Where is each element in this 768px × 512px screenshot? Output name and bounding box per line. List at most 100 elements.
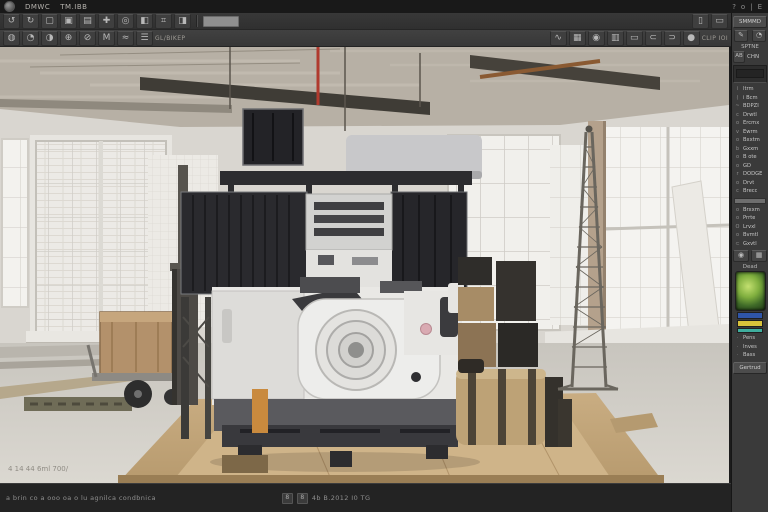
toolbar2-left-group: ◍ ◔ ◑ ⊕ ⊘ M ≈ ☰ [3,30,153,46]
panel-row[interactable]: r DODGE [733,170,767,179]
status-icon-1[interactable]: 8 [281,492,293,504]
row-bullet-icon: o [735,162,740,169]
row-label: Ewrm [743,128,758,135]
panel-big-button[interactable]: Gertrud [733,361,767,374]
mirror-icon[interactable]: ◨ [174,13,191,29]
row-bullet-icon: o [735,154,740,161]
mirror-tool-icon[interactable]: M [98,30,115,46]
row-label: Drvt [743,179,755,186]
link-icon[interactable]: ⊂ [644,30,662,46]
status-icon-2[interactable]: 8 [296,492,308,504]
percent-snap-icon[interactable]: ◑ [41,30,58,46]
status-center-text: 4b B.2012 I0 TG [311,494,371,502]
material-preview-thumbnail[interactable] [735,271,766,311]
row-label: BDPZI [743,103,759,110]
render-setup-icon[interactable]: ▥ [606,30,624,46]
render-icon[interactable]: ● [682,30,700,46]
panel-row[interactable]: o Bxxtm [733,136,767,145]
row-label: B ote [743,154,757,161]
menu-item-2[interactable]: TM.IBB [60,3,87,11]
row-bullet-icon: r [736,171,739,178]
panel-button-pair: ◉ ▦ [733,250,767,262]
panel-row[interactable]: o Ercmx [733,119,767,128]
reference-grid-icon[interactable]: ⌗ [155,13,172,29]
render-viewport[interactable]: 4 14 44 6ml 700/ [0,47,731,483]
undo-icon[interactable]: ↺ [3,13,20,29]
panel-row[interactable]: O Lrvxl [733,223,767,232]
toolbar-flat-button[interactable] [203,15,239,27]
viewport-floor-annotation: 4 14 44 6ml 700/ [8,465,69,473]
menubar-glyph-3[interactable]: | [750,3,752,11]
color-stripe-teal[interactable] [737,328,763,333]
panel-top-button[interactable]: SMMMD [733,16,767,28]
modifier-stack[interactable] [733,65,767,83]
menubar-glyph-1[interactable]: ? [732,3,736,11]
spinner-b-button[interactable]: ▦ [751,250,767,262]
unlink-icon[interactable]: ⊃ [663,30,681,46]
modify-icon[interactable]: ◔ [752,30,766,42]
spinner-a-button[interactable]: ◉ [733,250,749,262]
panel-object-combo[interactable]: AB CHN [733,51,767,63]
panel-separator [734,197,766,204]
menubar-glyph-4[interactable]: E [758,3,762,11]
edit-named-selection-icon[interactable]: ⊘ [79,30,96,46]
rollout-list-4: · Pens · Inves · Bass [733,334,767,360]
panel-row[interactable]: ⊂ Gxvtl [733,240,767,249]
rotate-icon[interactable]: ◎ [117,13,134,29]
pink-knob [420,323,432,335]
rectangle-region-icon[interactable]: ▤ [79,13,96,29]
material-editor-icon[interactable]: ◉ [587,30,605,46]
panel-row[interactable]: ⌇ ltrm [733,85,767,94]
panel-row[interactable]: b Gxxm [733,145,767,154]
panel-row[interactable]: c Brecc [733,187,767,196]
layer-manager-icon[interactable]: ☰ [136,30,153,46]
menubar-glyph-2[interactable]: o [741,3,745,11]
spinner-snap-icon[interactable]: ⊕ [60,30,77,46]
panel-footer-space [733,375,767,415]
row-label: Bvmtl [743,232,759,239]
scale-icon[interactable]: ◧ [136,13,153,29]
row-bullet-icon: o [735,120,740,127]
panel-row[interactable]: · Bass [733,351,767,360]
panel-row[interactable]: o Brxxm [733,206,767,215]
panel-row[interactable]: · Pens [733,334,767,343]
app-logo-icon[interactable] [4,1,15,12]
rendered-frame-icon[interactable]: ▭ [625,30,643,46]
panel-row[interactable]: o GD [733,162,767,171]
pin-icon[interactable]: ▯ [692,13,709,29]
panel-row[interactable]: o Bvmtl [733,231,767,240]
object-type-icon: AB [733,51,745,63]
panel-row[interactable]: o Drvt [733,179,767,188]
color-stripe-blue[interactable] [737,312,763,319]
panel-row[interactable]: c Drwtl [733,111,767,120]
row-bullet-icon: ⊂ [735,240,740,247]
row-label: Bass [743,352,756,359]
curve-editor-icon[interactable]: ∿ [549,30,567,46]
color-stripe-yellow[interactable] [737,320,763,327]
panel-row[interactable]: · Inves [733,343,767,352]
panel-row[interactable]: ~ BDPZI [733,102,767,111]
panel-row[interactable]: v Ewrm [733,128,767,137]
row-bullet-icon: ~ [735,103,740,110]
move-icon[interactable]: ✚ [98,13,115,29]
row-label: Inves [743,343,757,350]
menu-item-1[interactable]: DMWC [25,3,50,11]
select-by-name-icon[interactable]: ▣ [60,13,77,29]
panel-row[interactable]: o Prrte [733,214,767,223]
keyboard-icon[interactable]: ▭ [711,13,728,29]
panel-row[interactable]: oB ote [733,153,767,162]
angle-snap-icon[interactable]: ◔ [22,30,39,46]
align-icon[interactable]: ≈ [117,30,134,46]
application-window: DMWC TM.IBB ? o | E ↺ ↻ ▢ ▣ ▤ ✚ ◎ ◧ ⌗ ◨ ▯ ▭ ◍ ◔ ◑ ⊕ ⊘ M ≈ ☰ … [0,0,768,512]
row-bullet-icon: o [735,179,740,186]
status-bar: a brin co a ooo oa o lu agnilca condbnic… [0,483,731,512]
toolbar1-left-group: ↺ ↻ ▢ ▣ ▤ ✚ ◎ ◧ ⌗ ◨ [3,13,191,29]
select-icon[interactable]: ▢ [41,13,58,29]
redo-icon[interactable]: ↻ [22,13,39,29]
schematic-view-icon[interactable]: ▦ [568,30,586,46]
panel-row[interactable]: (i Bcm [733,94,767,103]
create-icon[interactable]: ✎ [734,30,748,42]
row-bullet-icon: · [736,335,739,342]
row-bullet-icon: v [736,128,739,135]
snap-toggle-icon[interactable]: ◍ [3,30,20,46]
